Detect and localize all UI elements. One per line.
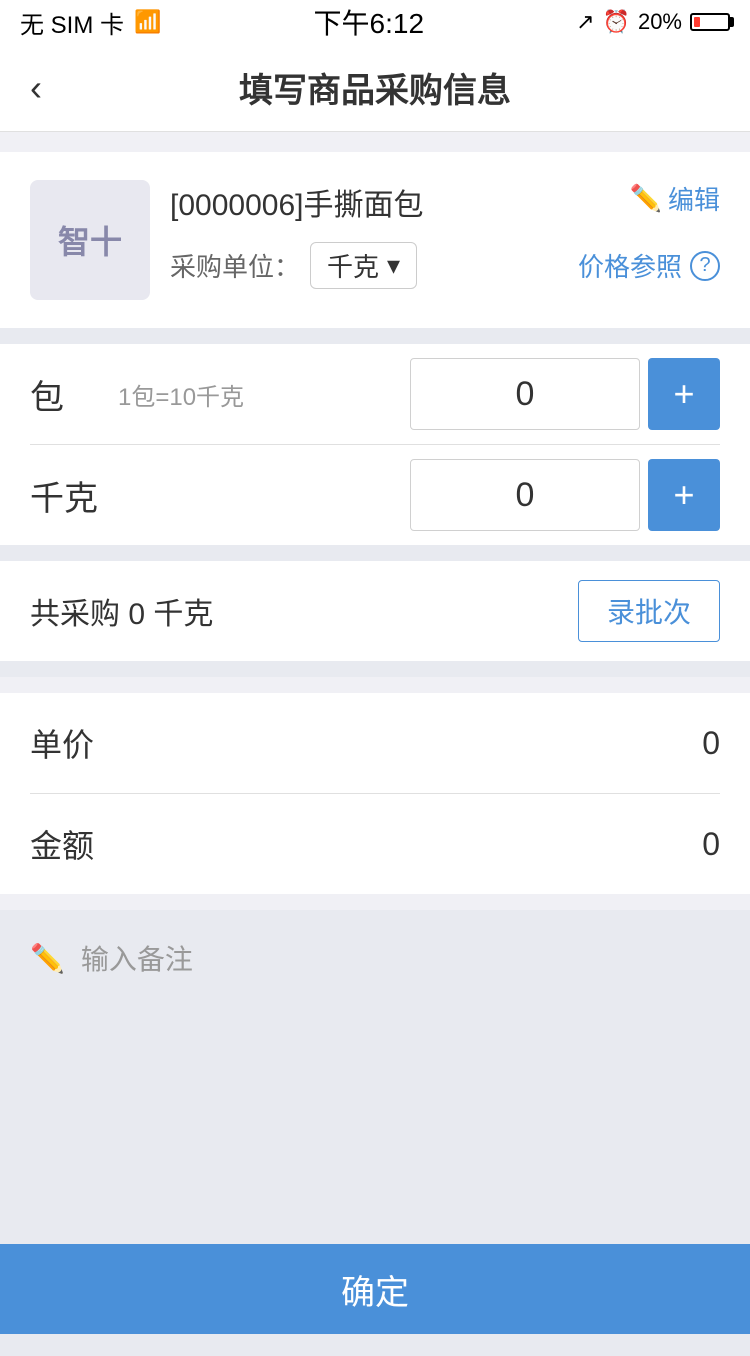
- kg-input-row: 千克 +: [0, 445, 750, 545]
- amount-value: 0: [702, 826, 720, 863]
- amount-label: 金额: [30, 821, 94, 867]
- price-ref-label: 价格参照: [578, 247, 682, 284]
- product-info: [0000006]手撕面包 ✏️ 编辑 采购单位： 千克 ▾ 价格参照 ?: [170, 180, 720, 289]
- edit-button[interactable]: ✏️ 编辑: [630, 180, 720, 217]
- product-logo: 智十: [58, 217, 122, 263]
- bag-input-control: +: [410, 358, 720, 430]
- product-name-row: [0000006]手撕面包 ✏️ 编辑: [170, 180, 720, 224]
- confirm-label: 确定: [341, 1265, 409, 1314]
- price-ref-info-icon: ?: [690, 251, 720, 281]
- bag-quantity-input[interactable]: [410, 358, 640, 430]
- unit-row: 采购单位： 千克 ▾ 价格参照 ?: [170, 242, 720, 289]
- kg-plus-button[interactable]: +: [648, 459, 720, 531]
- divider-3: [0, 661, 750, 677]
- unit-price-row: 单价 0: [0, 693, 750, 793]
- total-text: 共采购 0 千克: [30, 589, 213, 633]
- bag-sub-label: 1包=10千克: [118, 377, 410, 412]
- notes-section[interactable]: ✏️ 输入备注: [0, 910, 750, 1006]
- dropdown-arrow-icon: ▾: [387, 250, 400, 281]
- battery-pct: 20%: [638, 9, 682, 35]
- status-left: 无 SIM 卡 📶: [20, 5, 161, 40]
- page-title: 填写商品采购信息: [239, 63, 511, 112]
- bag-input-row: 包 1包=10千克 +: [0, 344, 750, 444]
- battery-icon: [690, 13, 730, 31]
- pencil-icon: ✏️: [30, 942, 65, 975]
- unit-price-label: 单价: [30, 720, 94, 766]
- status-right: ↗ ⏰ 20%: [576, 9, 730, 35]
- bag-input-section: 包 1包=10千克 + 千克 +: [0, 344, 750, 545]
- kg-quantity-input[interactable]: [410, 459, 640, 531]
- alarm-icon: ⏰: [603, 9, 630, 35]
- nav-bar: ‹ 填写商品采购信息: [0, 44, 750, 132]
- product-name: [0000006]手撕面包: [170, 180, 423, 224]
- unit-price-value: 0: [702, 725, 720, 762]
- amount-row: 金额 0: [0, 794, 750, 894]
- price-ref-button[interactable]: 价格参照 ?: [578, 247, 720, 284]
- product-card: 智十 [0000006]手撕面包 ✏️ 编辑 采购单位： 千克 ▾ 价格参照 ?: [0, 152, 750, 328]
- wifi-icon: 📶: [134, 9, 161, 35]
- unit-prefix-label: 采购单位：: [170, 247, 300, 284]
- time-label: 下午6:12: [314, 2, 425, 42]
- carrier-label: 无 SIM 卡: [20, 5, 124, 40]
- back-button[interactable]: ‹: [30, 67, 42, 109]
- bag-label: 包: [30, 370, 110, 419]
- price-section: 单价 0 金额 0: [0, 693, 750, 894]
- edit-icon: ✏️: [630, 183, 662, 214]
- total-section: 共采购 0 千克 录批次: [0, 561, 750, 661]
- kg-label: 千克: [30, 471, 110, 520]
- product-image: 智十: [30, 180, 150, 300]
- bag-plus-button[interactable]: +: [648, 358, 720, 430]
- divider-2: [0, 545, 750, 561]
- notes-placeholder: 输入备注: [81, 938, 193, 978]
- divider-1: [0, 328, 750, 344]
- kg-input-control: +: [410, 459, 720, 531]
- location-icon: ↗: [576, 9, 594, 35]
- status-bar: 无 SIM 卡 📶 下午6:12 ↗ ⏰ 20%: [0, 0, 750, 44]
- batch-button[interactable]: 录批次: [578, 580, 720, 642]
- confirm-button[interactable]: 确定: [0, 1244, 750, 1334]
- unit-select-dropdown[interactable]: 千克 ▾: [310, 242, 417, 289]
- unit-value: 千克: [327, 247, 379, 284]
